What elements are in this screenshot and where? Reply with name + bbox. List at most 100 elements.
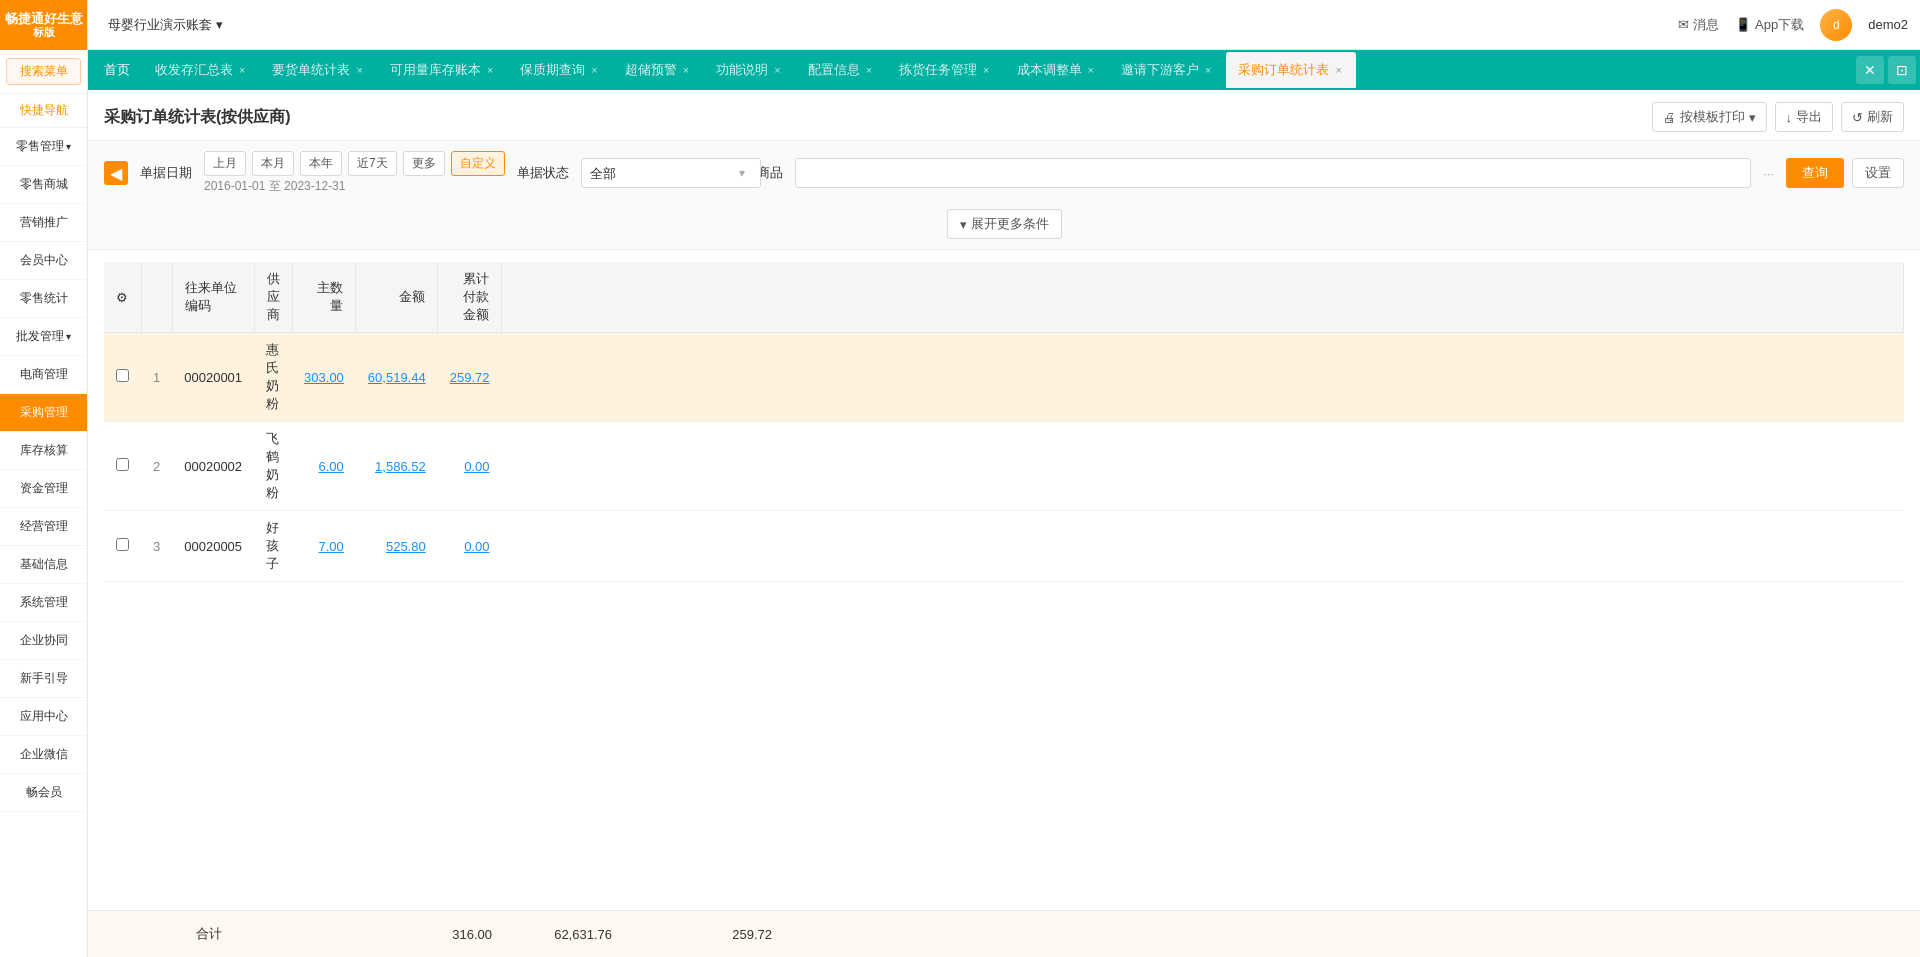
table-row[interactable]: 2 00020002 飞鹤奶粉 6.00 1,586.52 0.00 xyxy=(104,422,1904,511)
row-checkbox[interactable] xyxy=(116,369,129,382)
print-icon: 🖨 xyxy=(1663,110,1676,125)
sidebar-item-会员中心[interactable]: 会员中心 xyxy=(0,242,87,280)
refresh-button[interactable]: ↺ 刷新 xyxy=(1841,102,1904,132)
sidebar-item-零售商城[interactable]: 零售商城 xyxy=(0,166,87,204)
row-supplier: 好孩子 xyxy=(254,511,292,582)
user-name[interactable]: demo2 xyxy=(1868,17,1908,32)
tab-close-icon[interactable]: × xyxy=(589,63,599,77)
row-amount[interactable]: 525.80 xyxy=(356,511,438,582)
sidebar-item-营销推广[interactable]: 营销推广 xyxy=(0,204,87,242)
row-paid[interactable]: 259.72 xyxy=(438,333,502,422)
sidebar-item-库存核算[interactable]: 库存核算 xyxy=(0,432,87,470)
sidebar-item-企业微信[interactable]: 企业微信 xyxy=(0,736,87,774)
row-paid[interactable]: 0.00 xyxy=(438,422,502,511)
sidebar-item-零售管理[interactable]: 零售管理▾ xyxy=(0,128,87,166)
settings-button[interactable]: 设置 xyxy=(1852,158,1904,188)
tab-label: 收发存汇总表 xyxy=(155,61,233,79)
sidebar-item-畅会员[interactable]: 畅会员 xyxy=(0,774,87,812)
nav-tab-4[interactable]: 保质期查询× xyxy=(508,52,611,88)
row-qty[interactable]: 7.00 xyxy=(292,511,356,582)
row-extra xyxy=(501,511,1903,582)
row-paid[interactable]: 0.00 xyxy=(438,511,502,582)
nav-tab-0[interactable]: 首页 xyxy=(92,52,142,88)
avatar[interactable]: d xyxy=(1820,9,1852,41)
row-amount[interactable]: 60,519.44 xyxy=(356,333,438,422)
tab-close-icon[interactable]: × xyxy=(681,63,691,77)
row-code: 00020002 xyxy=(172,422,254,511)
search-menu-button[interactable]: 搜索菜单 xyxy=(6,58,81,85)
this-month-btn[interactable]: 本月 xyxy=(252,151,294,176)
expand-tabs-button[interactable]: ⊡ xyxy=(1888,56,1916,84)
goods-more-icon[interactable]: ··· xyxy=(1763,166,1774,181)
custom-date-btn[interactable]: 自定义 xyxy=(451,151,505,176)
settings-col-header[interactable]: ⚙ xyxy=(104,262,141,333)
sidebar-item-批发管理[interactable]: 批发管理▾ xyxy=(0,318,87,356)
row-checkbox[interactable] xyxy=(116,538,129,551)
this-year-btn[interactable]: 本年 xyxy=(300,151,342,176)
expand-more-conditions-btn[interactable]: ▾ 展开更多条件 xyxy=(947,209,1062,239)
row-amount[interactable]: 1,586.52 xyxy=(356,422,438,511)
row-qty[interactable]: 6.00 xyxy=(292,422,356,511)
tab-close-icon[interactable]: × xyxy=(485,63,495,77)
query-button[interactable]: 查询 xyxy=(1786,158,1844,188)
tab-close-icon[interactable]: × xyxy=(1203,63,1213,77)
nav-tab-1[interactable]: 收发存汇总表 × xyxy=(143,52,259,88)
logo-subtext: 标版 xyxy=(5,26,83,39)
tab-label: 采购订单统计表 xyxy=(1238,61,1329,79)
tab-close-icon[interactable]: × xyxy=(864,63,874,77)
print-button[interactable]: 🖨 按模板打印 ▾ xyxy=(1652,102,1767,132)
nav-tab-8[interactable]: 拣货任务管理× xyxy=(887,52,1003,88)
sidebar-item-系统管理[interactable]: 系统管理 xyxy=(0,584,87,622)
tab-close-icon[interactable]: × xyxy=(772,63,782,77)
nav-tab-6[interactable]: 功能说明× xyxy=(704,52,794,88)
table-row[interactable]: 3 00020005 好孩子 7.00 525.80 0.00 xyxy=(104,511,1904,582)
filter-toggle-button[interactable]: ◀ xyxy=(104,161,128,185)
close-tab-button[interactable]: ✕ xyxy=(1856,56,1884,84)
nav-tab-9[interactable]: 成本调整单× xyxy=(1005,52,1108,88)
tab-close-icon[interactable]: × xyxy=(237,63,247,77)
sidebar-item-资金管理[interactable]: 资金管理 xyxy=(0,470,87,508)
status-select[interactable]: 全部 待审核 已审核 已完成 已作废 xyxy=(581,158,761,188)
table-header: ⚙ 往来单位编码 供应商 主数量 金额 累计付款金额 xyxy=(104,262,1904,333)
message-button[interactable]: ✉ 消息 xyxy=(1678,16,1719,34)
row-checkbox-cell[interactable] xyxy=(104,333,141,422)
sidebar-item-企业协同[interactable]: 企业协同 xyxy=(0,622,87,660)
row-checkbox-cell[interactable] xyxy=(104,511,141,582)
sidebar-item-基础信息[interactable]: 基础信息 xyxy=(0,546,87,584)
footer-total-label: 合计 xyxy=(184,919,384,949)
nav-tab-7[interactable]: 配置信息× xyxy=(796,52,886,88)
tab-close-icon[interactable]: × xyxy=(981,63,991,77)
row-checkbox-cell[interactable] xyxy=(104,422,141,511)
last-7days-btn[interactable]: 近7天 xyxy=(348,151,397,176)
more-date-btn[interactable]: 更多 xyxy=(403,151,445,176)
nav-tab-5[interactable]: 超储预警× xyxy=(613,52,703,88)
nav-tab-3[interactable]: 可用量库存账本× xyxy=(378,52,507,88)
nav-tab-10[interactable]: 邀请下游客户× xyxy=(1109,52,1225,88)
code-col-header: 往来单位编码 xyxy=(172,262,254,333)
export-button[interactable]: ↓ 导出 xyxy=(1775,102,1834,132)
sidebar-item-电商管理[interactable]: 电商管理 xyxy=(0,356,87,394)
company-dropdown[interactable]: 母婴行业演示账套 ▾ xyxy=(100,12,231,38)
refresh-icon: ↺ xyxy=(1852,110,1863,125)
last-month-btn[interactable]: 上月 xyxy=(204,151,246,176)
expand-more-label: 展开更多条件 xyxy=(971,215,1049,233)
table-row[interactable]: 1 00020001 惠氏奶粉 303.00 60,519.44 259.72 xyxy=(104,333,1904,422)
goods-search-input[interactable] xyxy=(795,158,1751,188)
app-download-button[interactable]: 📱 App下载 xyxy=(1735,16,1804,34)
tab-close-icon[interactable]: × xyxy=(1086,63,1096,77)
total-qty-value: 316.00 xyxy=(452,927,492,942)
nav-tab-11[interactable]: 采购订单统计表 × xyxy=(1226,52,1355,88)
sidebar-item-采购管理[interactable]: 采购管理 xyxy=(0,394,87,432)
page-title: 采购订单统计表(按供应商) xyxy=(104,107,291,128)
sidebar-item-经营管理[interactable]: 经营管理 xyxy=(0,508,87,546)
row-qty[interactable]: 303.00 xyxy=(292,333,356,422)
sidebar-item-零售统计[interactable]: 零售统计 xyxy=(0,280,87,318)
tab-close-icon[interactable]: × xyxy=(1333,63,1343,77)
total-label: 合计 xyxy=(196,926,222,941)
tab-close-icon[interactable]: × xyxy=(354,63,364,77)
quick-nav-button[interactable]: 快捷导航 xyxy=(0,94,87,128)
sidebar-item-应用中心[interactable]: 应用中心 xyxy=(0,698,87,736)
nav-tab-2[interactable]: 要货单统计表× xyxy=(260,52,376,88)
row-checkbox[interactable] xyxy=(116,458,129,471)
sidebar-item-新手引导[interactable]: 新手引导 xyxy=(0,660,87,698)
